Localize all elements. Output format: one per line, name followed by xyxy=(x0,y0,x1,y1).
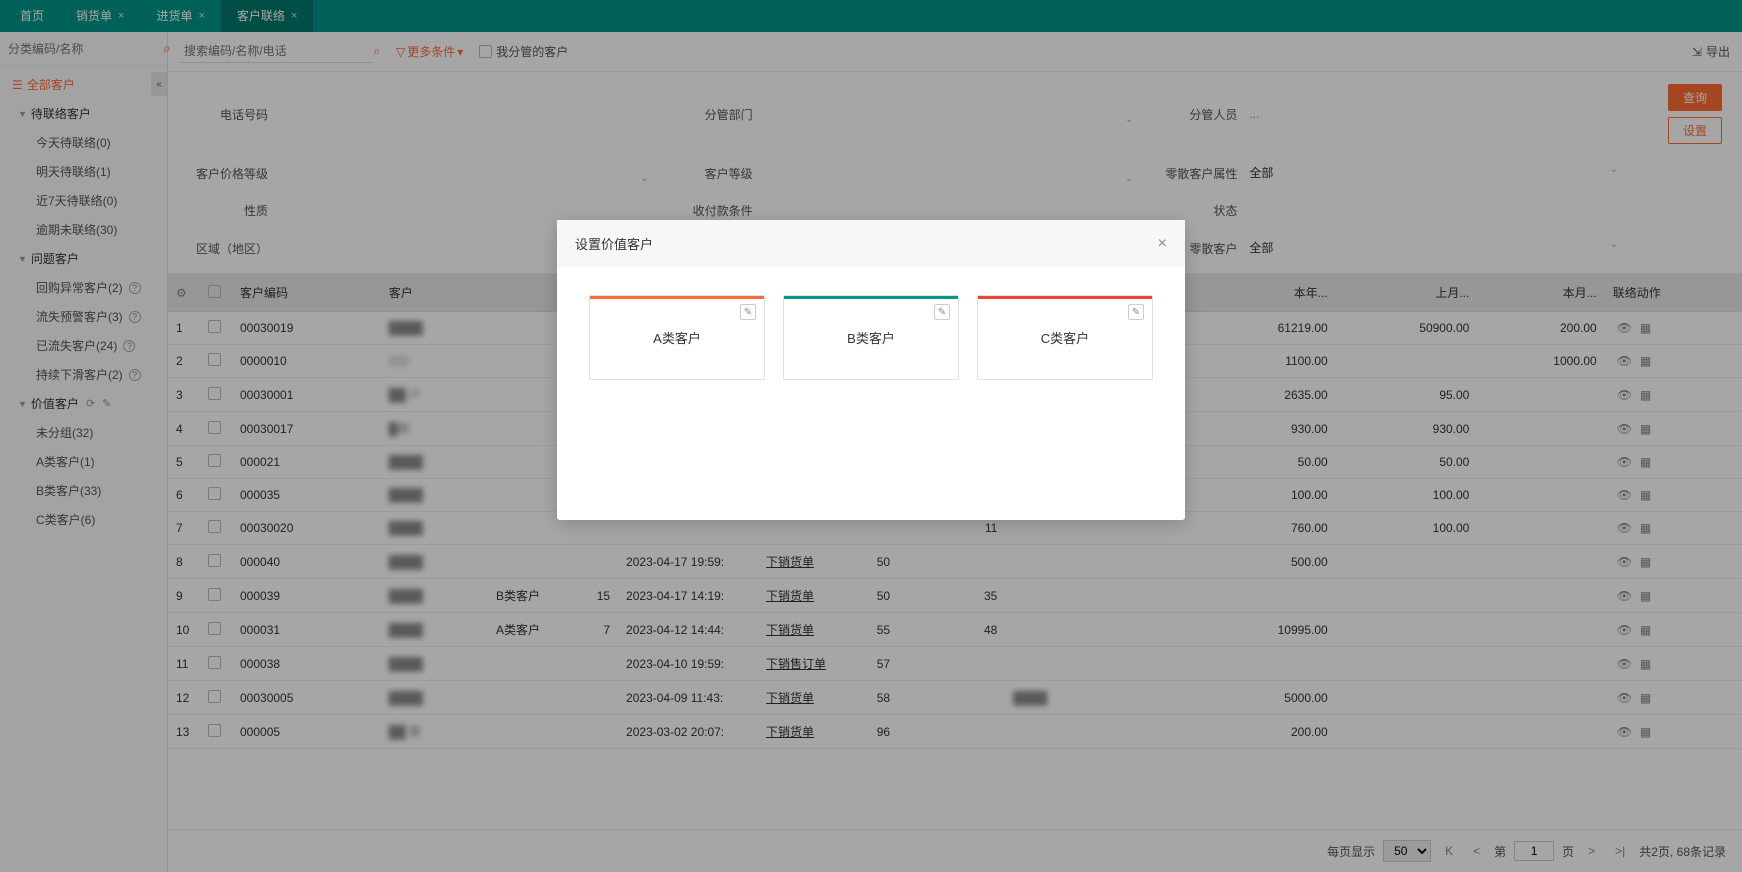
card-label: B类客户 xyxy=(784,328,958,347)
edit-icon[interactable]: ✎ xyxy=(1128,304,1144,320)
card-label: A类客户 xyxy=(590,328,764,347)
modal-overlay[interactable]: 设置价值客户 × ✎ A类客户 ✎ B类客户 ✎ C类客户 xyxy=(0,0,1742,872)
card-label: C类客户 xyxy=(978,328,1152,347)
modal-title: 设置价值客户 xyxy=(575,234,653,253)
value-customer-modal: 设置价值客户 × ✎ A类客户 ✎ B类客户 ✎ C类客户 xyxy=(557,220,1185,520)
close-icon[interactable]: × xyxy=(1158,235,1167,253)
customer-class-card-a[interactable]: ✎ A类客户 xyxy=(589,295,765,380)
edit-icon[interactable]: ✎ xyxy=(934,304,950,320)
customer-class-card-b[interactable]: ✎ B类客户 xyxy=(783,295,959,380)
customer-class-card-c[interactable]: ✎ C类客户 xyxy=(977,295,1153,380)
edit-icon[interactable]: ✎ xyxy=(740,304,756,320)
